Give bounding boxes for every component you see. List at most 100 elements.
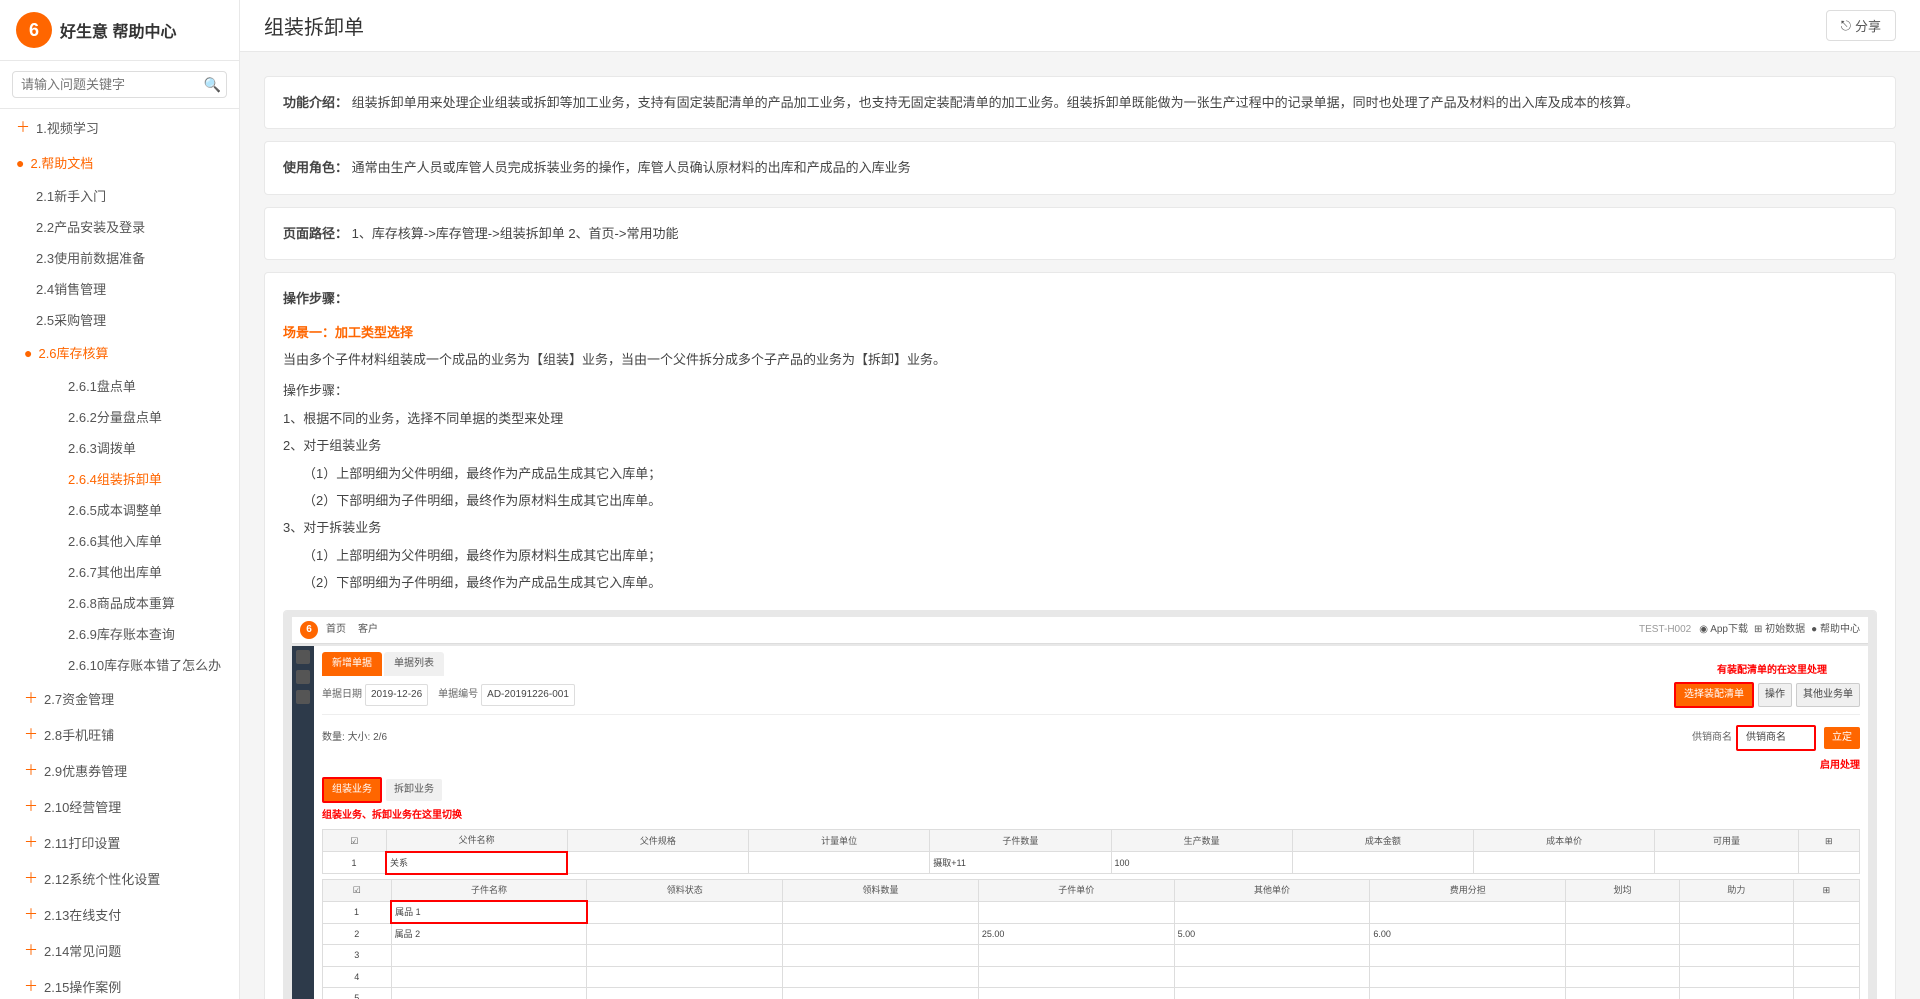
sidebar-item-print[interactable]: ＋ 2.11打印设置: [24, 824, 239, 860]
ss-order-label: 单据编号: [438, 686, 478, 704]
sidebar-item-video[interactable]: ＋ 1.视频学习: [0, 109, 239, 145]
minus-icon: ●: [16, 155, 24, 171]
ss-th-b: 领料数量: [783, 879, 979, 901]
sidebar-item-cost-adjust[interactable]: 2.6.5成本调整单: [56, 494, 239, 525]
step3-2: （2）下部明细为子件明细，最终作为产成品生成其它入库单。: [283, 571, 1877, 594]
plus-icon-8: ＋: [24, 904, 38, 924]
ss-th: 父件规格: [567, 830, 748, 852]
search-button[interactable]: 🔍: [204, 76, 221, 93]
screenshot-container: 6 首页客户 TEST-H002 ◉ App下载⊞ 初始数据● 帮助中心: [283, 610, 1877, 999]
sidebar-item-newcomer[interactable]: 2.1新手入门: [24, 180, 239, 211]
plus-icon-10: ＋: [24, 976, 38, 996]
sidebar-item-coupon[interactable]: ＋ 2.9优惠券管理: [24, 752, 239, 788]
sidebar-item-label: 2.12系统个性化设置: [44, 869, 160, 888]
nav-section: ＋ 1.视频学习 ● 2.帮助文档 2.1新手入门 2.2产品安装及登录 2.3…: [0, 109, 239, 999]
sidebar: 6 好生意 帮助中心 🔍 ＋ 1.视频学习 ● 2.帮助文档 2.1新手入门 2…: [0, 0, 240, 999]
sidebar-item-inventory-query[interactable]: 2.6.9库存账本查询: [56, 618, 239, 649]
share-button[interactable]: ⎋ 分享: [1826, 10, 1896, 41]
sidebar-item-label: 2.帮助文档: [30, 153, 93, 172]
ss-date-value: 2019-12-26: [365, 684, 428, 706]
ss-form-row: 单据日期 2019-12-26 单据编号 AD-20191226-001: [322, 682, 1860, 715]
path-text: 1、库存核算->库存管理->组装拆卸单 2、首页->常用功能: [352, 226, 679, 241]
ss-confirm-btn: 立定: [1824, 727, 1860, 749]
ss-annotation1: 有装配清单的在这里处理: [1714, 661, 1830, 681]
step3: 3、对于拆装业务: [283, 516, 1877, 539]
ss-th-b: ⊞: [1793, 879, 1859, 901]
ss-top-table: ☑ 父件名称 父件规格 计量单位 子件数量 生产数量 成本金额 成本单价 可用量: [322, 829, 1860, 874]
sidebar-item-other-out[interactable]: 2.6.7其他出库单: [56, 556, 239, 587]
ss-supplier-input: 供销商名: [1736, 725, 1816, 751]
sidebar-item-transfer[interactable]: 2.6.3调拨单: [56, 432, 239, 463]
plus-icon-9: ＋: [24, 940, 38, 960]
plus-icon-6: ＋: [24, 832, 38, 852]
sidebar-item-cases[interactable]: ＋ 2.15操作案例: [24, 968, 239, 999]
sidebar-item-data-prep[interactable]: 2.3使用前数据准备: [24, 242, 239, 273]
plus-icon: ＋: [16, 117, 30, 137]
search-input[interactable]: [12, 71, 227, 98]
sidebar-item-mgmt[interactable]: ＋ 2.10经营管理: [24, 788, 239, 824]
ss-th: ⊞: [1798, 830, 1859, 852]
share-label: 分享: [1855, 16, 1881, 35]
sidebar-item-finance[interactable]: ＋ 2.7资金管理: [24, 680, 239, 716]
nav-children-inventory: 2.6.1盘点单 2.6.2分量盘点单 2.6.3调拨单 2.6.4组装拆卸单 …: [24, 370, 239, 680]
sidebar-item-assembly[interactable]: 2.6.4组装拆卸单: [56, 463, 239, 494]
sidebar-item-faq[interactable]: ＋ 2.14常见问题: [24, 932, 239, 968]
minus-icon-2: ●: [24, 345, 32, 361]
ss-th: 父件名称: [386, 830, 567, 852]
search-box: 🔍: [0, 61, 239, 109]
sidebar-item-label: 2.6库存核算: [38, 343, 108, 362]
logo-icon: 6: [16, 12, 52, 48]
ss-bottom-table: ☑ 子件名称 领料状态 领料数量 子件单价 其他单价 费用分担 划均 助力: [322, 879, 1860, 999]
sidebar-item-label: 2.13在线支付: [44, 905, 121, 924]
sidebar-item-install[interactable]: 2.2产品安装及登录: [24, 211, 239, 242]
ss-th: 成本金额: [1292, 830, 1473, 852]
step3-1: （1）上部明细为父件明细，最终作为原材料生成其它出库单；: [283, 544, 1877, 567]
intro-card: 功能介绍： 组装拆卸单用来处理企业组装或拆卸等加工业务，支持有固定装配清单的产品…: [264, 76, 1896, 129]
ss-tab-new: 新增单据: [322, 652, 382, 676]
plus-icon-7: ＋: [24, 868, 38, 888]
ss-th-b: 划均: [1566, 879, 1680, 901]
ss-system-info: TEST-H002: [1639, 621, 1691, 639]
ss-th: 成本单价: [1474, 830, 1655, 852]
ss-tabs: 新增单据 单据列表: [322, 652, 1860, 676]
sidebar-item-label: 2.11打印设置: [44, 833, 120, 852]
ss-table-row-b: 5: [323, 987, 1860, 999]
share-icon: ⎋: [1841, 18, 1851, 34]
sidebar-item-mobile[interactable]: ＋ 2.8手机旺铺: [24, 716, 239, 752]
ss-annotation2: 启用处理: [322, 757, 1860, 775]
ss-th-b: 领料状态: [587, 879, 783, 901]
sidebar-item-payment[interactable]: ＋ 2.13在线支付: [24, 896, 239, 932]
ss-action-btn: 操作: [1758, 683, 1792, 707]
ss-th: 生产数量: [1111, 830, 1292, 852]
sidebar-item-label: 1.视频学习: [36, 118, 99, 137]
intro-text: 组装拆卸单用来处理企业组装或拆卸等加工业务，支持有固定装配清单的产品加工业务，也…: [352, 95, 1639, 110]
sidebar-item-purchase[interactable]: 2.5采购管理: [24, 304, 239, 335]
ss-th-b: ☑: [323, 879, 392, 901]
ss-th-b: 助力: [1679, 879, 1793, 901]
sidebar-item-cost-recalc[interactable]: 2.6.8商品成本重算: [56, 587, 239, 618]
ss-left-icon-3: [296, 690, 310, 704]
role-card: 使用角色： 通常由生产人员或库管人员完成拆装业务的操作，库管人员确认原材料的出库…: [264, 141, 1896, 194]
page-title: 组装拆卸单: [264, 11, 364, 40]
path-card: 页面路径： 1、库存核算->库存管理->组装拆卸单 2、首页->常用功能: [264, 207, 1896, 260]
plus-icon-2: ＋: [24, 688, 38, 708]
ss-th: 子件数量: [930, 830, 1111, 852]
sidebar-item-other-in[interactable]: 2.6.6其他入库单: [56, 525, 239, 556]
sidebar-item-stocktake[interactable]: 2.6.1盘点单: [56, 370, 239, 401]
scene1-desc: 当由多个子件材料组装成一个成品的业务为【组装】业务，当由一个父件拆分成多个子产品…: [283, 348, 1877, 371]
sidebar-item-label: 2.9优惠券管理: [44, 761, 127, 780]
steps-heading: 操作步骤：: [283, 287, 1877, 310]
sidebar-item-inventory-error[interactable]: 2.6.10库存账本错了怎么办: [56, 649, 239, 680]
step2-2: （2）下部明细为子件明细，最终作为原材料生成其它出库单。: [283, 489, 1877, 512]
ss-th-b: 其他单价: [1174, 879, 1370, 901]
ss-tab-disassembly: 拆卸业务: [386, 779, 442, 801]
sidebar-item-inventory[interactable]: ● 2.6库存核算: [24, 335, 239, 370]
sidebar-item-docs[interactable]: ● 2.帮助文档: [0, 145, 239, 180]
steps-card: 操作步骤： 场景一：加工类型选择 当由多个子件材料组装成一个成品的业务为【组装】…: [264, 272, 1896, 999]
sidebar-item-sales[interactable]: 2.4销售管理: [24, 273, 239, 304]
ss-bom-btn: 选择装配清单: [1674, 682, 1754, 708]
ss-th-b: 子件名称: [391, 879, 587, 901]
sidebar-item-partial-stocktake[interactable]: 2.6.2分量盘点单: [56, 401, 239, 432]
sidebar-item-label: 2.7资金管理: [44, 689, 114, 708]
sidebar-item-personalize[interactable]: ＋ 2.12系统个性化设置: [24, 860, 239, 896]
